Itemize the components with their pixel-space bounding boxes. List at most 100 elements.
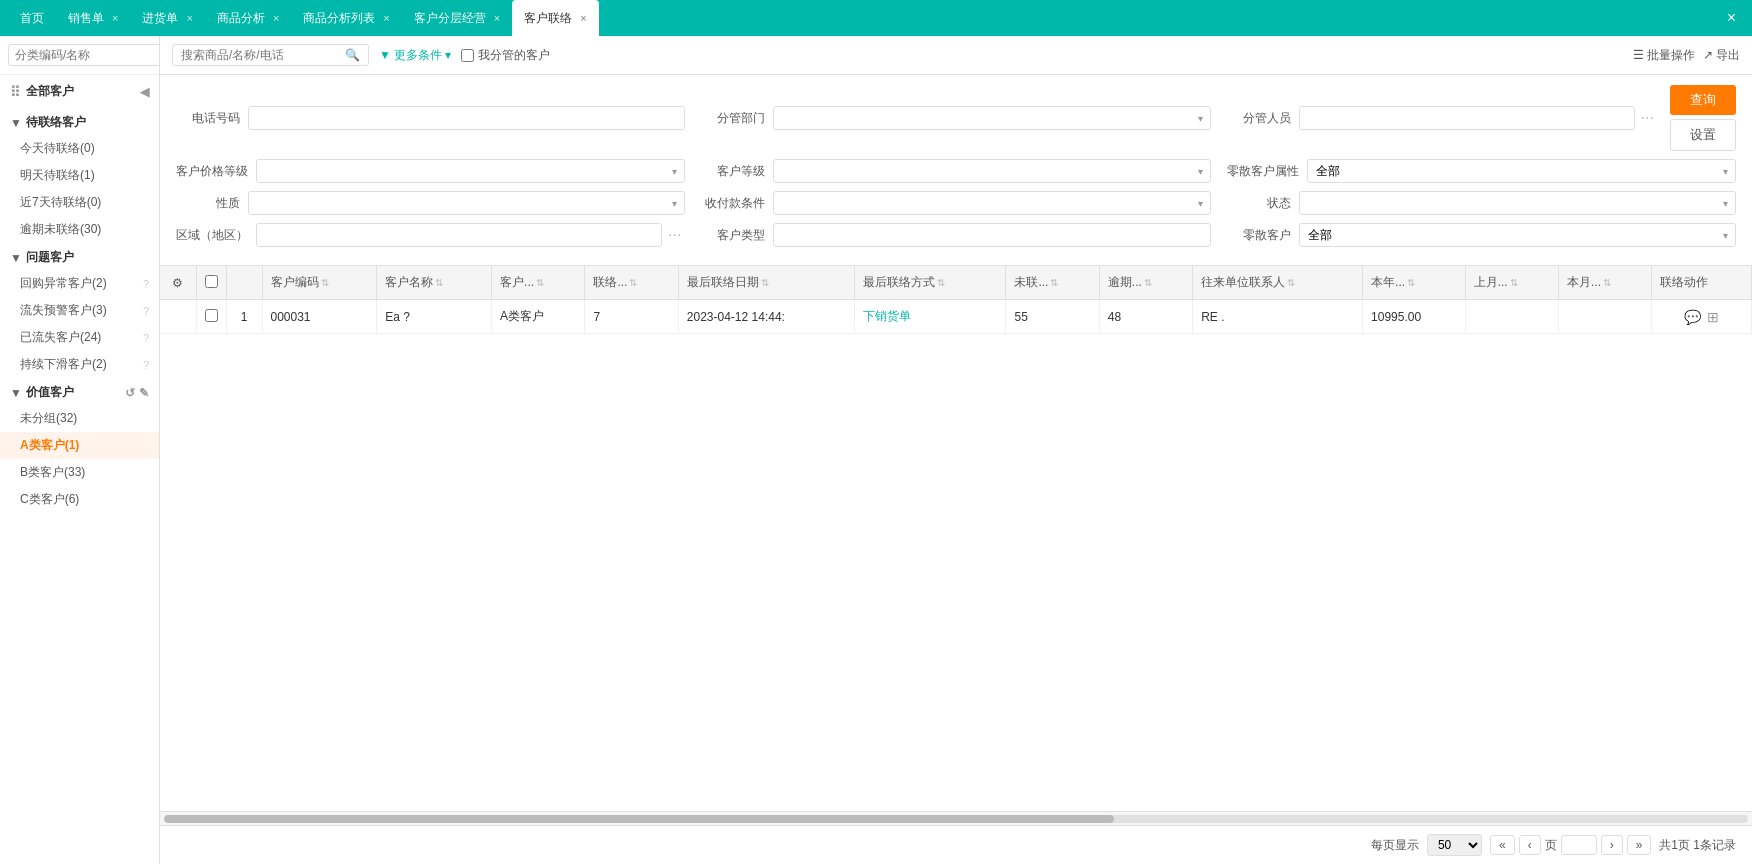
sidebar-item-class-c[interactable]: C类客户(6) [0,486,159,513]
more-conditions-btn[interactable]: ▼ 更多条件 ▾ [379,47,451,64]
sidebar-item-overdue[interactable]: 逾期未联络(30) [0,216,159,243]
scrollbar-track[interactable] [164,815,1748,823]
sidebar-group-pending[interactable]: ▼ 待联络客户 [0,108,159,135]
col-unit-contact-sort[interactable]: ⇅ [1287,277,1295,288]
af-person-more[interactable]: ··· [1637,109,1658,127]
col-code[interactable]: 客户编码⇅ [262,266,377,300]
sidebar-item-repurchase-abnormal[interactable]: 回购异常客户(2) ? [0,270,159,297]
select-all-checkbox[interactable] [205,275,218,288]
col-last-month[interactable]: 上月...⇅ [1465,266,1558,300]
help-icon3[interactable]: ? [143,332,149,344]
tab-analysis-list-close[interactable]: × [383,0,389,36]
af-status-select[interactable] [1299,191,1736,215]
sidebar-item-7days[interactable]: 近7天待联络(0) [0,189,159,216]
col-last-method[interactable]: 最后联络方式⇅ [854,266,1006,300]
col-type-sort[interactable]: ⇅ [536,277,544,288]
nav-tab-purchase[interactable]: 进货单 × [130,0,204,36]
chat-icon[interactable]: 💬 [1684,309,1701,325]
col-overdue[interactable]: 逾期...⇅ [1099,266,1192,300]
col-this-month-sort[interactable]: ⇅ [1603,277,1611,288]
col-settings[interactable]: ⚙ [160,266,196,300]
last-page-btn[interactable]: » [1627,835,1652,855]
col-no-contact[interactable]: 未联...⇅ [1006,266,1099,300]
nav-tab-analysis[interactable]: 商品分析 × [205,0,291,36]
col-contact-sort[interactable]: ⇅ [629,277,637,288]
row-last-method[interactable]: 下销货单 [863,309,911,323]
col-last-date[interactable]: 最后联络日期⇅ [678,266,854,300]
horizontal-scrollbar[interactable] [160,811,1752,825]
help-icon2[interactable]: ? [143,305,149,317]
nav-home[interactable]: 首页 [8,0,56,36]
col-overdue-sort[interactable]: ⇅ [1144,277,1152,288]
qr-icon[interactable]: ⊞ [1707,309,1719,325]
sidebar-item-class-b[interactable]: B类客户(33) [0,459,159,486]
col-this-year-sort[interactable]: ⇅ [1407,277,1415,288]
prev-page-btn[interactable]: ‹ [1519,835,1541,855]
my-customers-checkbox-label[interactable]: 我分管的客户 [461,47,550,64]
page-input[interactable]: 1 [1561,835,1597,855]
my-customers-checkbox[interactable] [461,49,474,62]
col-no-contact-sort[interactable]: ⇅ [1050,277,1058,288]
sidebar-item-declining[interactable]: 持续下滑客户(2) ? [0,351,159,378]
tab-analysis-close[interactable]: × [273,0,279,36]
sidebar-all-customers-title[interactable]: ⠿ 全部客户 ◀ [0,75,159,108]
row-checkbox[interactable] [205,309,218,322]
tab-purchase-close[interactable]: × [186,0,192,36]
settings-button[interactable]: 设置 [1670,119,1736,151]
help-icon1[interactable]: ? [143,278,149,290]
af-region-input[interactable] [256,223,662,247]
col-this-year[interactable]: 本年...⇅ [1363,266,1466,300]
af-retail-attr-select[interactable]: 全部 [1307,159,1736,183]
tab-sales-close[interactable]: × [112,0,118,36]
edit-icon[interactable]: ✎ [139,386,149,400]
af-ctype-input[interactable] [773,223,1210,247]
tab-customer-tier-close[interactable]: × [494,0,500,36]
sidebar-collapse-icon[interactable]: ◀ [140,85,149,99]
col-type[interactable]: 客户...⇅ [492,266,585,300]
query-button[interactable]: 查询 [1670,85,1736,115]
tab-customer-contact-close[interactable]: × [580,0,586,36]
sidebar-group-value[interactable]: ▼ 价值客户 ↺ ✎ [0,378,159,405]
export-btn[interactable]: ↗ 导出 [1703,47,1740,64]
nav-close-all[interactable]: × [1719,9,1744,27]
nav-tab-customer-contact[interactable]: 客户联络 × [512,0,598,36]
col-code-sort[interactable]: ⇅ [321,277,329,288]
per-page-select[interactable]: 50 100 [1427,834,1482,856]
af-person-input[interactable] [1299,106,1635,130]
batch-ops-btn[interactable]: ☰ 批量操作 [1633,47,1695,64]
col-name-sort[interactable]: ⇅ [435,277,443,288]
col-contact[interactable]: 联络...⇅ [585,266,678,300]
col-last-date-sort[interactable]: ⇅ [761,277,769,288]
sidebar-item-churned[interactable]: 已流失客户(24) ? [0,324,159,351]
sidebar-group-problem[interactable]: ▼ 问题客户 [0,243,159,270]
nav-tab-customer-tier[interactable]: 客户分层经营 × [402,0,512,36]
sidebar-item-unclassified[interactable]: 未分组(32) [0,405,159,432]
col-this-month[interactable]: 本月...⇅ [1559,266,1652,300]
af-payment-select[interactable] [773,191,1210,215]
af-price-grade-select[interactable] [256,159,685,183]
af-grade-select[interactable] [773,159,1210,183]
sidebar-search-input[interactable] [8,44,160,66]
next-page-btn[interactable]: › [1601,835,1623,855]
scrollbar-thumb[interactable] [164,815,1114,823]
af-phone-input[interactable] [248,106,685,130]
col-unit-contact[interactable]: 往来单位联系人⇅ [1193,266,1363,300]
nav-tab-sales[interactable]: 销售单 × [56,0,130,36]
col-last-month-sort[interactable]: ⇅ [1510,277,1518,288]
af-nature-select[interactable] [248,191,685,215]
sidebar-item-tomorrow[interactable]: 明天待联络(1) [0,162,159,189]
filter-search-icon[interactable]: 🔍 [345,48,360,62]
help-icon4[interactable]: ? [143,359,149,371]
af-retail-select[interactable]: 全部 [1299,223,1736,247]
refresh-icon[interactable]: ↺ [125,386,135,400]
first-page-btn[interactable]: « [1490,835,1515,855]
af-region-more[interactable]: ··· [664,226,685,244]
sidebar-item-churn-warning[interactable]: 流失预警客户(3) ? [0,297,159,324]
filter-search-input[interactable] [181,48,341,62]
sidebar-item-class-a[interactable]: A类客户(1) [0,432,159,459]
nav-tab-analysis-list[interactable]: 商品分析列表 × [291,0,401,36]
af-dept-select[interactable] [773,106,1210,130]
sidebar-item-today[interactable]: 今天待联络(0) [0,135,159,162]
col-last-method-sort[interactable]: ⇅ [937,277,945,288]
col-name[interactable]: 客户名称⇅ [377,266,492,300]
